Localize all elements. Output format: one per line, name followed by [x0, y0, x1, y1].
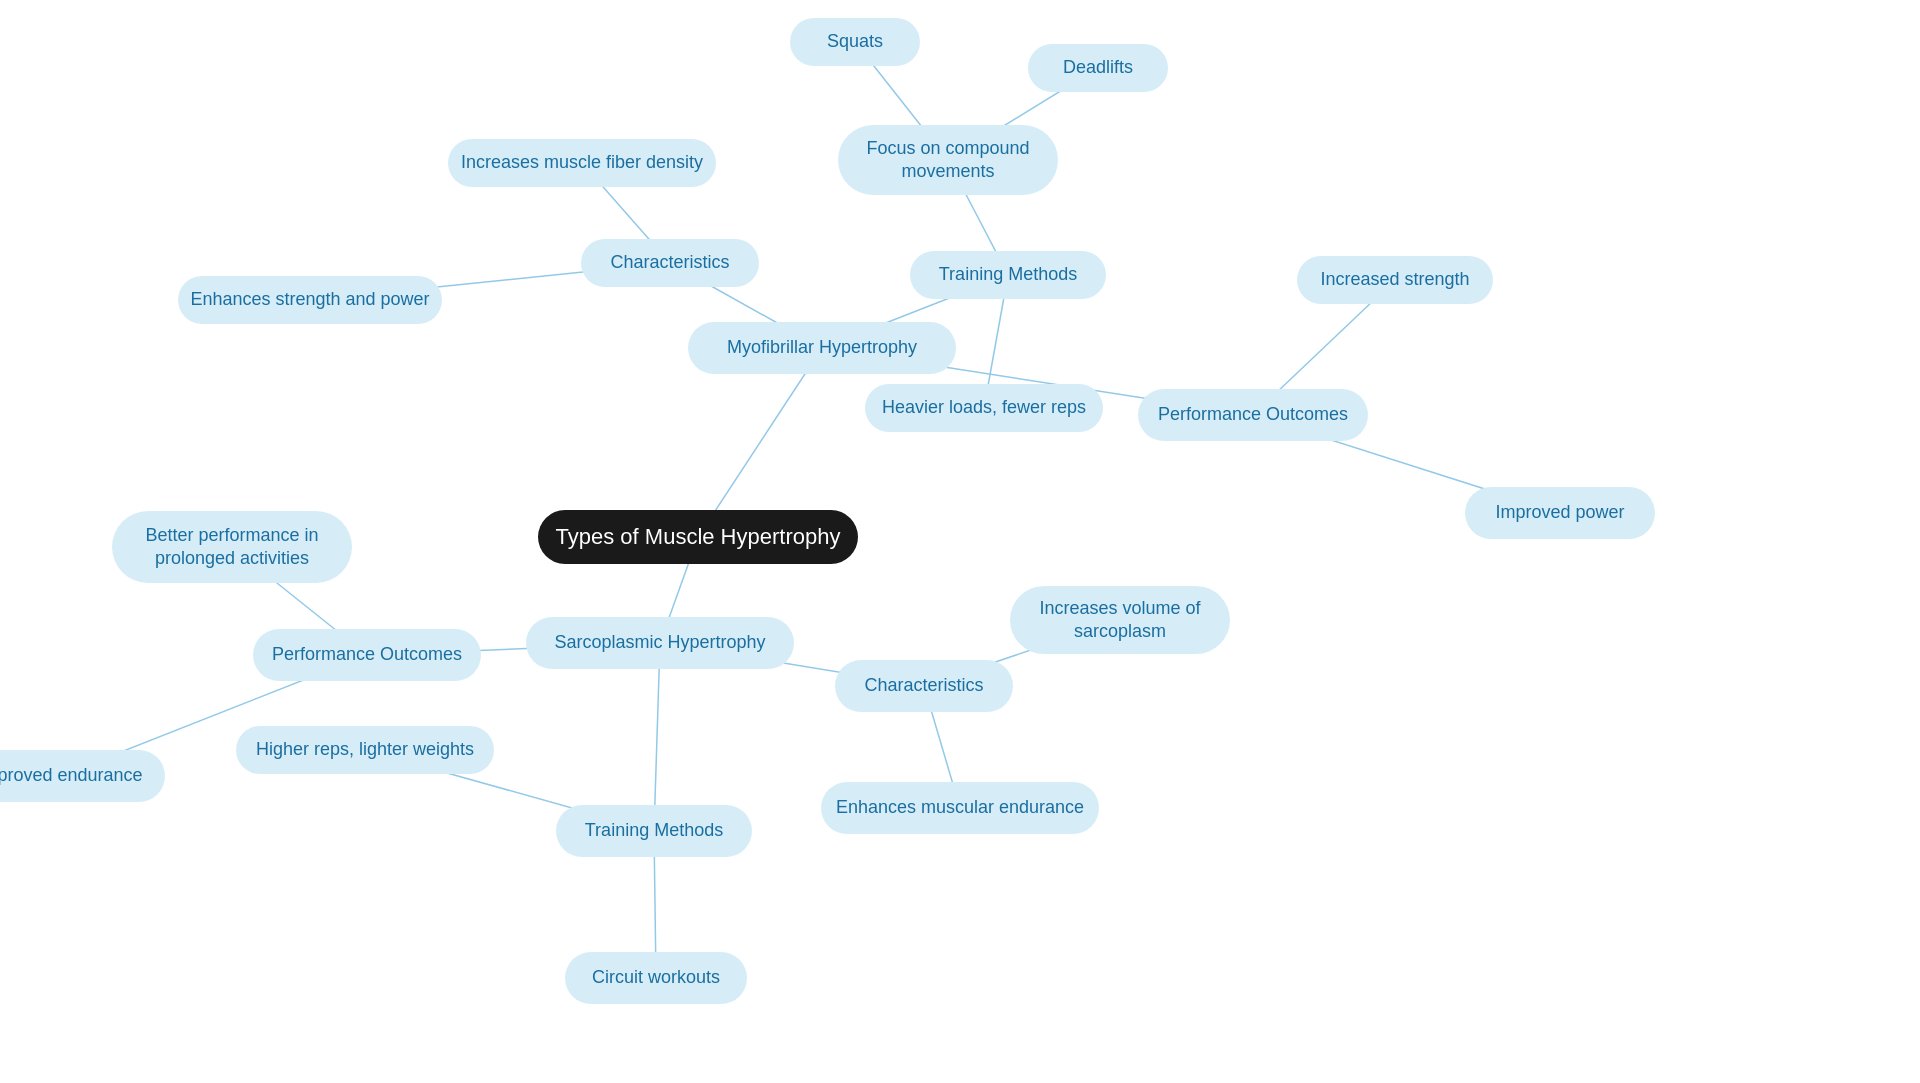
node-myo_train_squats: Squats [790, 18, 920, 66]
node-sarc_train: Training Methods [556, 805, 752, 857]
node-sarcoplasmic: Sarcoplasmic Hypertrophy [526, 617, 794, 669]
node-sarc_perf_better: Better performance in prolonged activiti… [112, 511, 352, 583]
node-myo_perf: Performance Outcomes [1138, 389, 1368, 441]
node-center: Types of Muscle Hypertrophy [538, 510, 858, 564]
node-sarc_char_volume: Increases volume of sarcoplasm [1010, 586, 1230, 654]
node-myo_train: Training Methods [910, 251, 1106, 299]
node-sarc_train_circuit: Circuit workouts [565, 952, 747, 1004]
node-myo_char_strength: Enhances strength and power [178, 276, 442, 324]
mindmap-container: Types of Muscle Hypertrophy Myofibrillar … [0, 0, 1920, 1083]
node-myofibrillar: Myofibrillar Hypertrophy [688, 322, 956, 374]
node-myo_train_compound: Focus on compound movements [838, 125, 1058, 195]
node-myo_char: Characteristics [581, 239, 759, 287]
connection-center-myofibrillar [698, 348, 822, 537]
node-sarc_train_higher: Higher reps, lighter weights [236, 726, 494, 774]
node-myo_train_deadlifts: Deadlifts [1028, 44, 1168, 92]
node-sarc_char: Characteristics [835, 660, 1013, 712]
node-sarc_char_muscular: Enhances muscular endurance [821, 782, 1099, 834]
node-sarc_perf: Performance Outcomes [253, 629, 481, 681]
connection-sarcoplasmic-sarc_train [654, 643, 660, 831]
node-myo_perf_power: Improved power [1465, 487, 1655, 539]
node-myo_train_heavier: Heavier loads, fewer reps [865, 384, 1103, 432]
node-sarc_perf_endurance: Improved endurance [0, 750, 165, 802]
node-myo_char_fiber: Increases muscle fiber density [448, 139, 716, 187]
node-myo_perf_strength: Increased strength [1297, 256, 1493, 304]
